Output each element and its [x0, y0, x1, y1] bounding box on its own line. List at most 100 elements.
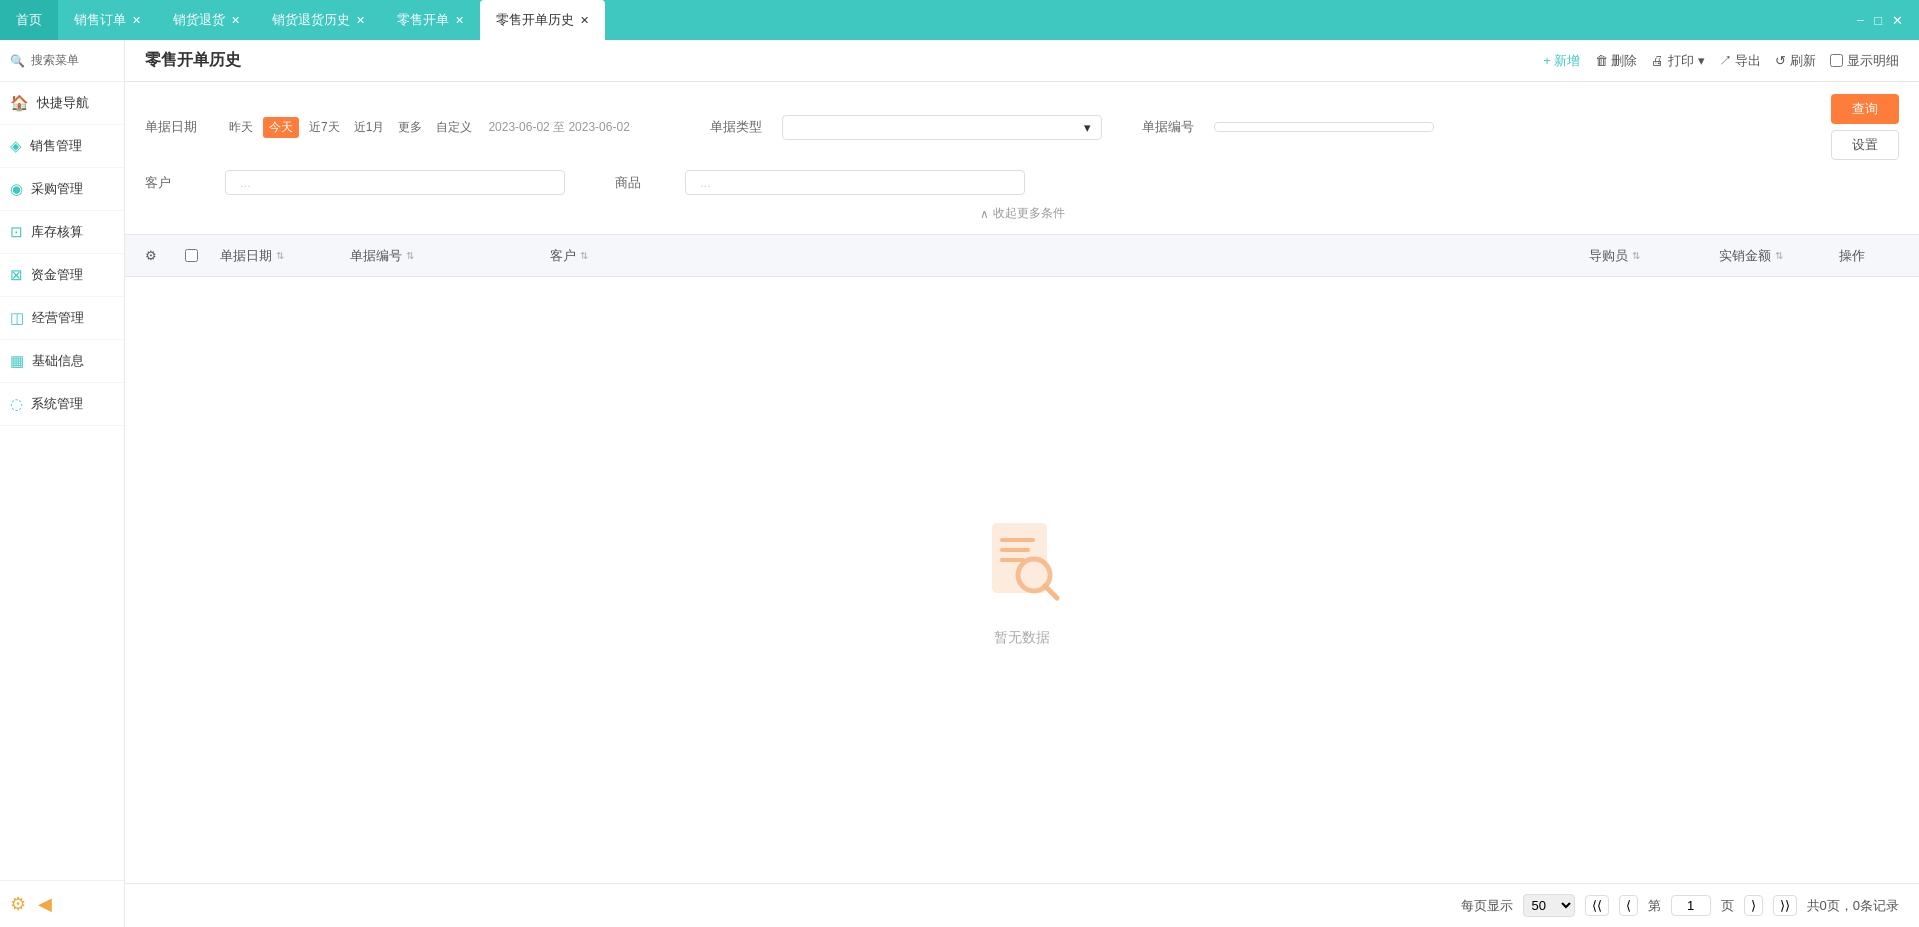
toolbar: + 新增 🗑 删除 🖨 打印 ▾ ↗ 导出 ↺ 刷新 显示明细 — [1543, 52, 1899, 70]
last-page-button[interactable]: ⟩⟩ — [1773, 895, 1797, 916]
empty-icon — [972, 513, 1072, 613]
close-icon[interactable]: ✕ — [580, 14, 589, 27]
bill-type-label: 单据类型 — [710, 118, 762, 136]
page-number-input[interactable] — [1671, 895, 1711, 916]
per-page-select[interactable]: 50 100 200 — [1523, 894, 1575, 917]
sidebar-item-purchase-mgmt[interactable]: ◉ 采购管理 — [0, 168, 124, 211]
sidebar-item-finance-mgmt[interactable]: ⊠ 资金管理 — [0, 254, 124, 297]
th-amount-sort-icon[interactable]: ⇅ — [1775, 250, 1783, 261]
date-shortcut-today[interactable]: 今天 — [263, 117, 299, 138]
th-checkbox[interactable] — [175, 249, 210, 262]
date-shortcut-custom[interactable]: 自定义 — [432, 117, 476, 138]
operation-mgmt-icon: ◫ — [10, 309, 24, 327]
product-input[interactable]: ... — [685, 170, 1025, 195]
print-button[interactable]: 🖨 打印 ▾ — [1651, 52, 1705, 70]
empty-text: 暂无数据 — [994, 629, 1050, 647]
filter-row-2: 客户 ... 商品 ... — [145, 170, 1899, 195]
sidebar-search[interactable]: 🔍 搜索菜单 — [0, 40, 124, 82]
sidebar-item-inventory-label: 库存核算 — [31, 223, 83, 241]
purchase-mgmt-icon: ◉ — [10, 180, 23, 198]
delete-btn-label: 🗑 删除 — [1595, 52, 1638, 70]
sales-mgmt-icon: ◈ — [10, 137, 22, 155]
th-date-label: 单据日期 — [220, 247, 272, 265]
th-customer-sort-icon[interactable]: ⇅ — [580, 250, 588, 261]
pagination-summary: 共0页，0条记录 — [1807, 897, 1899, 915]
th-settings[interactable]: ⚙ — [135, 248, 175, 263]
sidebar-item-finance-mgmt-label: 资金管理 — [31, 266, 83, 284]
settings-icon[interactable]: ⚙ — [10, 893, 26, 915]
th-amount[interactable]: 实销金额 ⇅ — [1709, 247, 1829, 265]
th-date[interactable]: 单据日期 ⇅ — [210, 247, 340, 265]
filter-settings-button[interactable]: 设置 — [1831, 130, 1899, 160]
bill-type-select[interactable]: ▾ — [782, 115, 1102, 140]
first-page-button[interactable]: ⟨⟨ — [1585, 895, 1609, 916]
sidebar-item-basic-info-label: 基础信息 — [32, 352, 84, 370]
close-icon[interactable]: ✕ — [231, 14, 240, 27]
delete-button[interactable]: 🗑 删除 — [1595, 52, 1638, 70]
bill-no-input[interactable] — [1214, 122, 1434, 132]
tab-home[interactable]: 首页 — [0, 0, 58, 40]
next-page-button[interactable]: ⟩ — [1744, 895, 1763, 916]
collapse-label: 收起更多条件 — [993, 205, 1065, 222]
empty-state: 暂无数据 — [125, 277, 1919, 883]
close-icon[interactable]: ✕ — [356, 14, 365, 27]
th-billno-label: 单据编号 — [350, 247, 402, 265]
th-guide[interactable]: 导购员 ⇅ — [1579, 247, 1709, 265]
date-shortcut-7days[interactable]: 近7天 — [305, 117, 344, 138]
tab-sales-return-history[interactable]: 销货退货历史 ✕ — [256, 0, 381, 40]
tab-home-label: 首页 — [16, 11, 42, 29]
th-customer-label: 客户 — [550, 247, 576, 265]
th-customer[interactable]: 客户 ⇅ — [540, 247, 1579, 265]
th-guide-sort-icon[interactable]: ⇅ — [1632, 250, 1640, 261]
th-billno-sort-icon[interactable]: ⇅ — [406, 250, 414, 261]
sidebar-bottom: ⚙ ◀ — [0, 880, 124, 927]
collapse-icon[interactable]: ◀ — [38, 893, 52, 915]
sidebar-item-sales-mgmt[interactable]: ◈ 销售管理 — [0, 125, 124, 168]
print-dropdown-icon[interactable]: ▾ — [1698, 53, 1705, 68]
customer-filter-label: 客户 — [145, 174, 205, 192]
date-shortcut-more[interactable]: 更多 — [394, 117, 426, 138]
date-shortcut-yesterday[interactable]: 昨天 — [225, 117, 257, 138]
export-button[interactable]: ↗ 导出 — [1719, 52, 1762, 70]
sidebar-search-label: 搜索菜单 — [31, 52, 79, 69]
tab-sales-return[interactable]: 销货退货 ✕ — [157, 0, 256, 40]
minimize-icon[interactable]: − — [1857, 13, 1865, 28]
page-title: 零售开单历史 — [145, 50, 241, 71]
display-detail-checkbox[interactable] — [1830, 54, 1843, 67]
new-button[interactable]: + 新增 — [1543, 52, 1580, 70]
th-guide-label: 导购员 — [1589, 247, 1628, 265]
refresh-button[interactable]: ↺ 刷新 — [1775, 52, 1816, 70]
th-date-sort-icon[interactable]: ⇅ — [276, 250, 284, 261]
tab-sales-order[interactable]: 销售订单 ✕ — [58, 0, 157, 40]
svg-rect-1 — [1000, 538, 1035, 542]
sidebar-item-system-mgmt[interactable]: ◌ 系统管理 — [0, 383, 124, 426]
close-window-icon[interactable]: ✕ — [1892, 13, 1903, 28]
sidebar-item-basic-info[interactable]: ▦ 基础信息 — [0, 340, 124, 383]
close-icon[interactable]: ✕ — [455, 14, 464, 27]
date-range-display: 2023-06-02 至 2023-06-02 — [488, 119, 629, 136]
sidebar-item-inventory[interactable]: ⊡ 库存核算 — [0, 211, 124, 254]
sidebar-item-quick-nav[interactable]: 🏠 快捷导航 — [0, 82, 124, 125]
page-suffix: 页 — [1721, 897, 1734, 915]
svg-rect-2 — [1000, 548, 1030, 552]
select-all-checkbox[interactable] — [185, 249, 198, 262]
th-billno[interactable]: 单据编号 ⇅ — [340, 247, 540, 265]
collapse-button[interactable]: ∧ 收起更多条件 — [980, 205, 1065, 222]
th-amount-label: 实销金额 — [1719, 247, 1771, 265]
export-btn-label: ↗ 导出 — [1719, 52, 1762, 70]
top-bar: 首页 销售订单 ✕ 销货退货 ✕ 销货退货历史 ✕ 零售开单 ✕ 零售开单历史 … — [0, 0, 1919, 40]
date-shortcuts: 昨天 今天 近7天 近1月 更多 自定义 2023-06-02 至 2023-0… — [225, 117, 630, 138]
date-shortcut-1month[interactable]: 近1月 — [350, 117, 389, 138]
sidebar-item-operation-mgmt[interactable]: ◫ 经营管理 — [0, 297, 124, 340]
tab-retail-open[interactable]: 零售开单 ✕ — [381, 0, 480, 40]
tab-sales-return-label: 销货退货 — [173, 11, 225, 29]
close-icon[interactable]: ✕ — [132, 14, 141, 27]
customer-input[interactable]: ... — [225, 170, 565, 195]
tab-retail-open-history[interactable]: 零售开单历史 ✕ — [480, 0, 605, 40]
prev-page-button[interactable]: ⟨ — [1619, 895, 1638, 916]
maximize-icon[interactable]: □ — [1874, 13, 1882, 28]
page-label: 第 — [1648, 897, 1661, 915]
display-detail-toggle[interactable]: 显示明细 — [1830, 52, 1899, 70]
svg-rect-3 — [1000, 558, 1025, 562]
query-button[interactable]: 查询 — [1831, 94, 1899, 124]
